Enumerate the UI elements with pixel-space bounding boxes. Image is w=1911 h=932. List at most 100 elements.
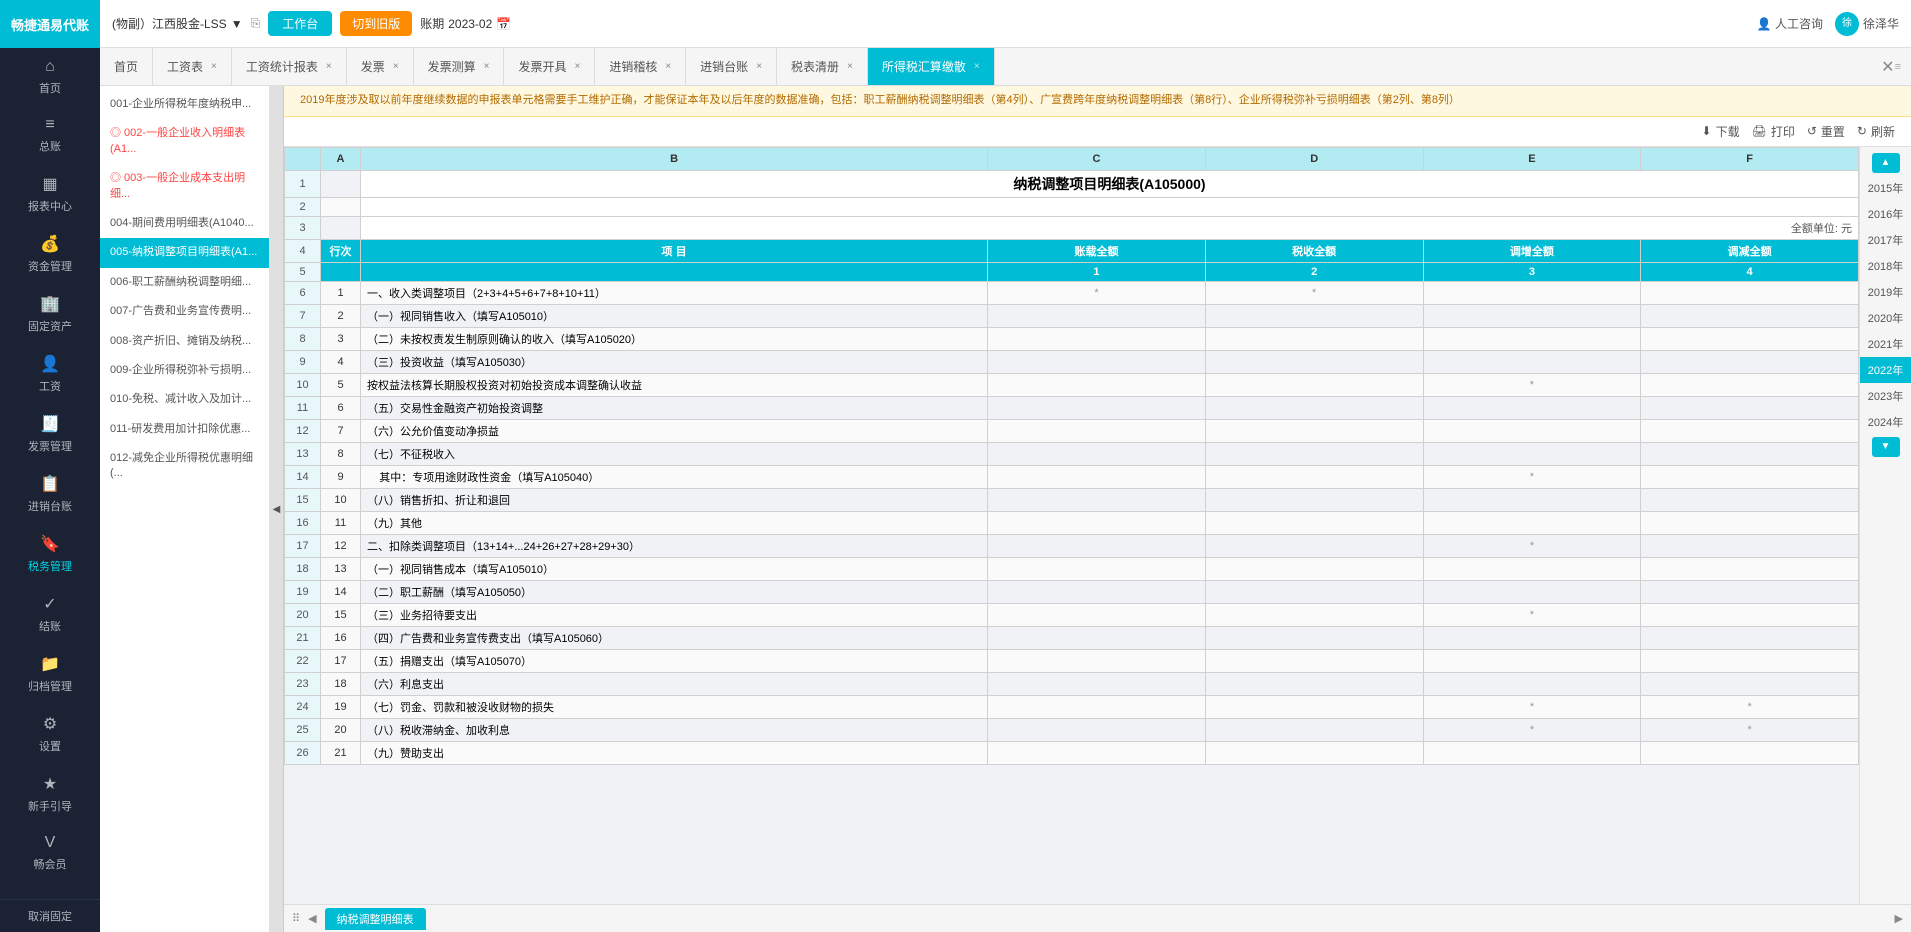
year-2018[interactable]: 2018年 — [1860, 253, 1911, 279]
refresh-btn[interactable]: ↻ 刷新 — [1857, 123, 1895, 140]
tab-purchase-detail-close[interactable]: × — [665, 61, 671, 72]
spreadsheet-wrapper[interactable]: A B C D E F 1 — [284, 147, 1859, 904]
year-up-btn[interactable]: ▲ — [1872, 153, 1900, 173]
left-nav-011[interactable]: 011-研发费用加计扣除优惠... — [100, 415, 269, 444]
table-row: 26 21 （九）赞助支出 — [285, 741, 1859, 764]
right-arrow-indicator: ▶ — [1895, 912, 1903, 925]
company-dropdown-icon: ▼ — [231, 17, 243, 31]
tab-invoice-open-close[interactable]: × — [574, 61, 580, 72]
tab-income-tax-label: 所得税汇算缴散 — [882, 58, 966, 75]
left-nav-003[interactable]: ◎ 003-一般企业成本支出明细... — [100, 164, 269, 209]
year-2017[interactable]: 2017年 — [1860, 227, 1911, 253]
copy-icon[interactable]: ⎘ — [251, 16, 261, 31]
year-2019[interactable]: 2019年 — [1860, 279, 1911, 305]
left-nav-004[interactable]: 004-期间费用明细表(A1040... — [100, 209, 269, 238]
tab-invoice-calc[interactable]: 发票测算 × — [414, 48, 505, 86]
print-btn[interactable]: 🖨 打印 — [1752, 123, 1795, 140]
item-header: 项 目 — [361, 239, 988, 262]
sidebar-item-invoice[interactable]: 🧾 发票管理 — [0, 404, 100, 464]
left-nav-006[interactable]: 006-职工薪酬纳税调整明细... — [100, 268, 269, 297]
tab-purchase-detail[interactable]: 进销稽核 × — [595, 48, 686, 86]
switch-old-button[interactable]: 切到旧版 — [340, 11, 412, 36]
sidebar-item-settings[interactable]: ⚙ 设置 — [0, 704, 100, 764]
tab-payroll[interactable]: 工资表 × — [153, 48, 232, 86]
tab-payroll-close[interactable]: × — [211, 61, 217, 72]
sidebar-item-payroll[interactable]: 👤 工资 — [0, 344, 100, 404]
sidebar-item-archive[interactable]: 📁 归档管理 — [0, 644, 100, 704]
download-btn[interactable]: ⬇ 下载 — [1702, 123, 1740, 140]
table-row: 11 6 （五）交易性金融资产初始投资调整 — [285, 396, 1859, 419]
year-2020[interactable]: 2020年 — [1860, 305, 1911, 331]
payroll-icon: 👤 — [40, 354, 60, 374]
tab-payroll-stat-close[interactable]: × — [326, 61, 332, 72]
sidebar-item-guide[interactable]: ★ 新手引导 — [0, 764, 100, 824]
warning-bar: 2019年度涉及取以前年度继续数据的申报表单元格需要手工维护正确，才能保证本年及… — [284, 86, 1911, 117]
tab-invoice-calc-close[interactable]: × — [484, 61, 490, 72]
year-sidebar: ▲ 2015年 2016年 2017年 2018年 2019年 2020年 20… — [1859, 147, 1911, 904]
sidebar-label-archive: 归档管理 — [28, 678, 72, 694]
tax-icon: 🔖 — [40, 534, 60, 554]
year-2022[interactable]: 2022年 — [1860, 357, 1911, 383]
col1-header: 账载全额 — [988, 239, 1206, 262]
table-row: 23 18 （六）利息支出 — [285, 672, 1859, 695]
tab-purchase-ledger-label: 进销台账 — [700, 58, 748, 75]
bottom-tab-label[interactable]: 纳税调整明细表 — [325, 908, 426, 930]
left-nav-009[interactable]: 009-企业所得税弥补亏损明... — [100, 356, 269, 385]
tab-invoice[interactable]: 发票 × — [347, 48, 414, 86]
tab-purchase-ledger[interactable]: 进销台账 × — [686, 48, 777, 86]
sidebar-item-ledger[interactable]: ≡ 总账 — [0, 106, 100, 164]
reset-icon: ↺ — [1807, 124, 1817, 138]
year-2016[interactable]: 2016年 — [1860, 201, 1911, 227]
sidebar-item-settle[interactable]: ✓ 结账 — [0, 584, 100, 644]
tab-invoice-open[interactable]: 发票开具 × — [504, 48, 595, 86]
sidebar-item-member[interactable]: V 畅会员 — [0, 824, 100, 882]
year-down-btn[interactable]: ▼ — [1872, 437, 1900, 457]
tab-payroll-stat[interactable]: 工资统计报表 × — [232, 48, 347, 86]
sidebar-item-purchase[interactable]: 📋 进销台账 — [0, 464, 100, 524]
close-all-icon2: ≡ — [1895, 61, 1901, 73]
sidebar-item-fixed-asset[interactable]: 🏢 固定资产 — [0, 284, 100, 344]
table-row-header1: 4 行次 项 目 账载全额 税收全额 调增全额 调减全额 — [285, 239, 1859, 262]
tab-invoice-close[interactable]: × — [393, 61, 399, 72]
year-2015[interactable]: 2015年 — [1860, 175, 1911, 201]
sidebar-item-asset[interactable]: 💰 资金管理 — [0, 224, 100, 284]
table-row: 8 3 （二）未按权责发生制原则确认的收入（填写A105020） — [285, 327, 1859, 350]
topbar-right: 👤 人工咨询 徐 徐泽华 — [1757, 12, 1899, 36]
tab-income-tax-close[interactable]: × — [974, 61, 980, 72]
company-selector[interactable]: (物副）江西股金-LSS ▼ — [112, 15, 243, 32]
user-avatar: 徐 — [1835, 12, 1859, 36]
workspace-button[interactable]: 工作台 — [268, 11, 332, 36]
warning-text: 2019年度涉及取以前年度继续数据的申报表单元格需要手工维护正确，才能保证本年及… — [300, 94, 1460, 106]
col-header-E: E — [1423, 147, 1641, 170]
member-icon: V — [45, 834, 56, 852]
year-2023[interactable]: 2023年 — [1860, 383, 1911, 409]
collapse-left-btn[interactable]: ◀ — [270, 86, 284, 932]
reset-btn[interactable]: ↺ 重置 — [1807, 123, 1845, 140]
sidebar-item-report[interactable]: ▦ 报表中心 — [0, 164, 100, 224]
sidebar-item-home[interactable]: ⌂ 首页 — [0, 48, 100, 106]
calendar-icon[interactable]: 📅 — [496, 17, 511, 31]
left-nav-010[interactable]: 010-免税、减计收入及加计... — [100, 385, 269, 414]
tab-tax-clear[interactable]: 税表清册 × — [777, 48, 868, 86]
user-info[interactable]: 徐 徐泽华 — [1835, 12, 1899, 36]
tab-close-all[interactable]: ✕ ≡ — [1871, 57, 1911, 77]
left-nav-008[interactable]: 008-资产折旧、摊销及纳税... — [100, 327, 269, 356]
support-link[interactable]: 👤 人工咨询 — [1757, 15, 1823, 32]
tab-purchase-ledger-close[interactable]: × — [756, 61, 762, 72]
left-nav-012[interactable]: 012-减免企业所得税优惠明细(... — [100, 444, 269, 489]
tab-tax-clear-close[interactable]: × — [847, 61, 853, 72]
col3-header: 调增全额 — [1423, 239, 1641, 262]
year-2021[interactable]: 2021年 — [1860, 331, 1911, 357]
sidebar-item-tax[interactable]: 🔖 税务管理 — [0, 524, 100, 584]
left-nav-005[interactable]: 005-纳税调整项目明细表(A1... — [100, 238, 269, 267]
main-area: (物副）江西股金-LSS ▼ ⎘ 工作台 切到旧版 账期 2023-02 📅 👤… — [100, 0, 1911, 932]
left-nav-002[interactable]: ◎ 002-一般企业收入明细表(A1... — [100, 119, 269, 164]
left-nav-001[interactable]: 001-企业所得税年度纳税申... — [100, 90, 269, 119]
collapse-icon: ◀ — [273, 504, 281, 515]
left-nav-007[interactable]: 007-广告费和业务宣传费明... — [100, 297, 269, 326]
tab-income-tax[interactable]: 所得税汇算缴散 × — [868, 48, 995, 86]
pin-toggle[interactable]: 取消固定 — [0, 899, 100, 932]
tab-home[interactable]: 首页 — [100, 48, 153, 86]
year-2024[interactable]: 2024年 — [1860, 409, 1911, 435]
support-label: 人工咨询 — [1775, 17, 1823, 31]
